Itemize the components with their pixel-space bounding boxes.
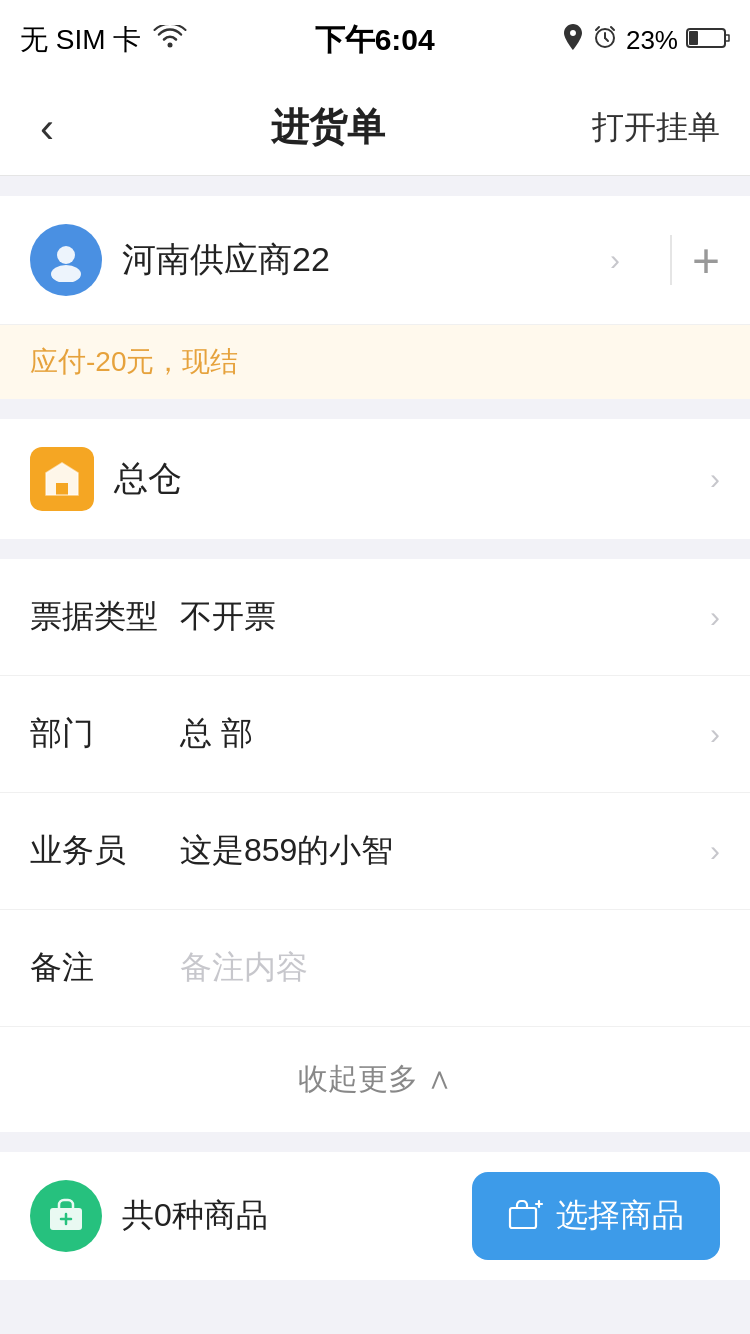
section-gap-1 xyxy=(0,176,750,196)
status-bar: 无 SIM 卡 下午6:04 23 xyxy=(0,0,750,80)
invoice-type-row[interactable]: 票据类型 不开票 › xyxy=(0,559,750,676)
salesman-arrow-icon: › xyxy=(710,834,720,868)
alarm-icon xyxy=(592,24,618,57)
department-value: 总 部 xyxy=(170,712,710,756)
supplier-avatar xyxy=(30,224,102,296)
invoice-type-value: 不开票 xyxy=(170,595,710,639)
bottom-spacer xyxy=(0,1280,750,1334)
svg-rect-8 xyxy=(56,483,68,495)
add-supplier-button[interactable]: + xyxy=(692,233,720,288)
goods-count-label: 共0种商品 xyxy=(122,1194,472,1238)
section-gap-2 xyxy=(0,399,750,419)
warehouse-section: 总仓 › xyxy=(0,419,750,539)
select-goods-label: 选择商品 xyxy=(556,1194,684,1238)
section-gap-3 xyxy=(0,539,750,559)
form-section: 票据类型 不开票 › 部门 总 部 › 业务员 这是859的小智 › 备注 备注… xyxy=(0,559,750,1132)
open-pending-button[interactable]: 打开挂单 xyxy=(592,106,720,150)
status-time: 下午6:04 xyxy=(315,20,435,61)
department-arrow-icon: › xyxy=(710,717,720,751)
svg-point-6 xyxy=(57,246,75,264)
warehouse-row[interactable]: 总仓 › xyxy=(0,419,750,539)
supplier-section: 河南供应商22 › + 应付-20元，现结 xyxy=(0,196,750,399)
section-gap-4 xyxy=(0,1132,750,1152)
svg-line-3 xyxy=(605,38,608,41)
salesman-row[interactable]: 业务员 这是859的小智 › xyxy=(0,793,750,910)
salesman-value: 这是859的小智 xyxy=(170,829,710,873)
nav-bar: ‹ 进货单 打开挂单 xyxy=(0,80,750,176)
back-button[interactable]: ‹ xyxy=(30,94,64,162)
location-icon xyxy=(562,24,584,57)
svg-rect-5 xyxy=(689,31,698,45)
remark-row[interactable]: 备注 备注内容 xyxy=(0,910,750,1026)
supplier-name: 河南供应商22 xyxy=(122,237,610,283)
remark-input[interactable]: 备注内容 xyxy=(170,946,720,990)
page-title: 进货单 xyxy=(271,102,385,153)
status-right: 23% xyxy=(562,24,730,57)
goods-bar: 共0种商品 选择商品 xyxy=(0,1152,750,1280)
invoice-type-arrow-icon: › xyxy=(710,600,720,634)
svg-point-7 xyxy=(51,265,81,282)
status-left: 无 SIM 卡 xyxy=(20,21,187,59)
department-label: 部门 xyxy=(30,712,170,756)
notice-bar: 应付-20元，现结 xyxy=(0,325,750,399)
battery-icon xyxy=(686,25,730,56)
supplier-arrow-icon: › xyxy=(610,243,620,277)
department-row[interactable]: 部门 总 部 › xyxy=(0,676,750,793)
goods-icon xyxy=(30,1180,102,1252)
carrier-label: 无 SIM 卡 xyxy=(20,21,141,59)
warehouse-name: 总仓 xyxy=(114,456,710,502)
battery-label: 23% xyxy=(626,25,678,56)
supplier-row[interactable]: 河南供应商22 › + xyxy=(0,196,750,325)
remark-label: 备注 xyxy=(30,946,170,990)
wifi-icon xyxy=(153,24,187,56)
warehouse-arrow-icon: › xyxy=(710,462,720,496)
svg-rect-12 xyxy=(510,1208,536,1228)
salesman-label: 业务员 xyxy=(30,829,170,873)
select-goods-button[interactable]: 选择商品 xyxy=(472,1172,720,1260)
warehouse-icon xyxy=(30,447,94,511)
divider xyxy=(670,235,672,285)
invoice-type-label: 票据类型 xyxy=(30,595,170,639)
collapse-bar[interactable]: 收起更多 ∧ xyxy=(0,1026,750,1132)
svg-point-0 xyxy=(168,43,173,48)
